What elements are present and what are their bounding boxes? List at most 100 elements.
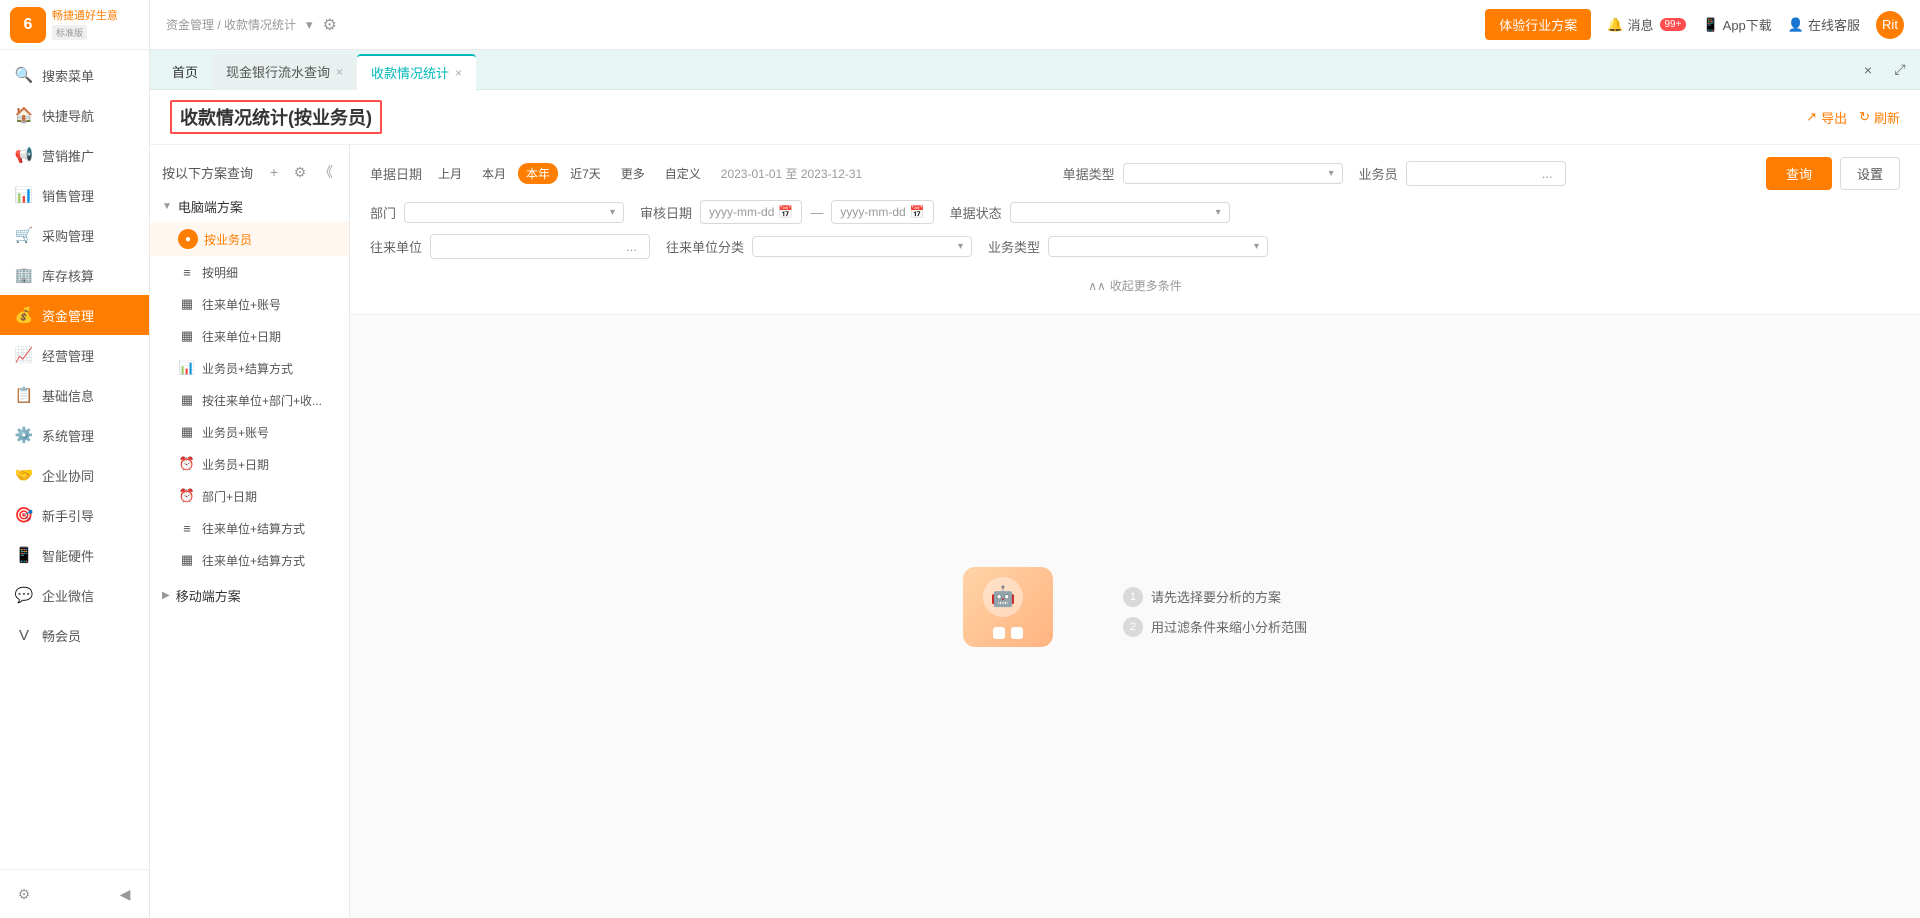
scheme-item-by-salesperson[interactable]: ●按业务员 bbox=[150, 222, 349, 256]
scheme-item-partner-account[interactable]: ▦往来单位+账号 bbox=[150, 288, 349, 320]
scheme-item-icon-by-detail: ≡ bbox=[178, 263, 196, 281]
sidebar-item-guide[interactable]: 🎯新手引导 bbox=[0, 495, 149, 535]
partner-more-icon[interactable]: ... bbox=[626, 239, 637, 254]
scheme-item-icon-partner-settlement1: ≡ bbox=[178, 519, 196, 537]
scheme-item-dept-date[interactable]: ⏰部门+日期 bbox=[150, 480, 349, 512]
scheme-item-icon-salesperson-date: ⏰ bbox=[178, 455, 196, 473]
sidebar-item-hardware[interactable]: 📱智能硬件 bbox=[0, 535, 149, 575]
record-type-select[interactable]: ▾ bbox=[1123, 163, 1343, 184]
scheme-item-by-detail[interactable]: ≡按明细 bbox=[150, 256, 349, 288]
tab-collection-stats[interactable]: 收款情况统计 × bbox=[357, 54, 476, 90]
scheme-item-partner-settlement2[interactable]: ▦往来单位+结算方式 bbox=[150, 544, 349, 576]
collapse-filter-btn[interactable]: ∧∧ 收起更多条件 bbox=[370, 269, 1900, 302]
nav-icon-system: ⚙️ bbox=[14, 425, 34, 445]
sidebar-item-purchase[interactable]: 🛒采购管理 bbox=[0, 215, 149, 255]
sidebar-item-marketing[interactable]: 📢营销推广 bbox=[0, 135, 149, 175]
scheme-item-icon-partner-date: ▦ bbox=[178, 327, 196, 345]
breadcrumb-dropdown-icon[interactable]: ▾ bbox=[306, 17, 313, 33]
maximize-tab-btn[interactable]: ⤢ bbox=[1888, 58, 1912, 82]
settings-gear-icon[interactable]: ⚙ bbox=[323, 15, 337, 35]
tab-home[interactable]: 首页 bbox=[158, 54, 212, 90]
partner-type-dropdown-icon: ▾ bbox=[958, 241, 963, 252]
desktop-scheme-title[interactable]: ▼ 电脑端方案 bbox=[150, 191, 349, 222]
biz-type-select[interactable]: ▾ bbox=[1048, 236, 1268, 257]
nav-icon-member: V bbox=[14, 625, 34, 645]
messages-action[interactable]: 🔔 消息 99+ bbox=[1607, 15, 1686, 34]
refresh-button[interactable]: ↻ 刷新 bbox=[1859, 108, 1900, 127]
sidebar-item-wechat[interactable]: 💬企业微信 bbox=[0, 575, 149, 615]
nav-icon-marketing: 📢 bbox=[14, 145, 34, 165]
scheme-item-label: 业务员+账号 bbox=[202, 424, 269, 441]
mobile-scheme-title[interactable]: ▶ 移动端方案 bbox=[150, 580, 349, 611]
salesperson-filter: 业务员 ... bbox=[1359, 161, 1566, 186]
sidebar-item-basic[interactable]: 📋基础信息 bbox=[0, 375, 149, 415]
scheme-item-salesperson-date[interactable]: ⏰业务员+日期 bbox=[150, 448, 349, 480]
review-date-filter: 审核日期 yyyy-mm-dd 📅 — yyyy-mm-dd 📅 bbox=[640, 200, 934, 224]
scheme-item-label: 往来单位+日期 bbox=[202, 328, 281, 345]
sidebar-item-enterprise[interactable]: 🤝企业协同 bbox=[0, 455, 149, 495]
sidebar-item-finance[interactable]: 💰资金管理 bbox=[0, 295, 149, 335]
date-tabs: 上月 本月 本年 近7天 更多 自定义 bbox=[430, 163, 709, 184]
sidebar-item-member[interactable]: V 畅会员 bbox=[0, 615, 149, 655]
app-download-label: App下载 bbox=[1723, 15, 1772, 34]
tab-bank-flow[interactable]: 现金银行流水查询 × bbox=[212, 54, 357, 90]
settings-button[interactable]: 设置 bbox=[1840, 157, 1900, 190]
date-tab-more[interactable]: 更多 bbox=[613, 163, 653, 184]
date-tab-custom[interactable]: 自定义 bbox=[657, 163, 709, 184]
user-avatar[interactable]: Rit bbox=[1876, 11, 1904, 39]
tab-bank-flow-close[interactable]: × bbox=[336, 65, 343, 79]
partner-select[interactable]: ... bbox=[430, 234, 650, 259]
sidebar-item-system[interactable]: ⚙️系统管理 bbox=[0, 415, 149, 455]
export-button[interactable]: ↗ 导出 bbox=[1806, 108, 1847, 127]
query-button[interactable]: 查询 bbox=[1766, 157, 1832, 190]
date-tab-last-month[interactable]: 上月 bbox=[430, 163, 470, 184]
nav-label-member: 畅会员 bbox=[42, 626, 81, 645]
close-tab-btn[interactable]: × bbox=[1856, 58, 1880, 82]
scheme-item-partner-settlement1[interactable]: ≡ 往来单位+结算方式 bbox=[150, 512, 349, 544]
collapse-sidebar-icon[interactable]: ◀ bbox=[111, 880, 139, 908]
date-tab-this-month[interactable]: 本月 bbox=[474, 163, 514, 184]
sidebar-item-sales[interactable]: 📊销售管理 bbox=[0, 175, 149, 215]
sidebar-item-quick-nav[interactable]: 🏠快捷导航 bbox=[0, 95, 149, 135]
trial-button[interactable]: 体验行业方案 bbox=[1485, 9, 1591, 40]
settings-icon[interactable]: ⚙ bbox=[10, 880, 38, 908]
sidebar-item-operation[interactable]: 📈经营管理 bbox=[0, 335, 149, 375]
review-date-label: 审核日期 bbox=[640, 203, 692, 222]
online-service-action[interactable]: 👤 在线客服 bbox=[1788, 15, 1860, 34]
calendar-start-icon[interactable]: 📅 bbox=[778, 205, 793, 219]
nav-label-guide: 新手引导 bbox=[42, 506, 94, 525]
date-tab-this-year[interactable]: 本年 bbox=[518, 163, 558, 184]
scheme-item-by-partner-dept[interactable]: ▦按往来单位+部门+收... bbox=[150, 384, 349, 416]
salesperson-more-icon[interactable]: ... bbox=[1542, 166, 1553, 181]
partner-type-select[interactable]: ▾ bbox=[752, 236, 972, 257]
collapse-panel-btn[interactable]: 《 bbox=[315, 161, 337, 183]
scheme-item-partner-date[interactable]: ▦ 往来单位+日期 bbox=[150, 320, 349, 352]
empty-state: 🤖 1 请先选择要分析的方案 2 bbox=[350, 315, 1920, 918]
review-date-start[interactable]: yyyy-mm-dd 📅 bbox=[700, 200, 802, 224]
scheme-item-salesperson-settlement[interactable]: 📊业务员+结算方式 bbox=[150, 352, 349, 384]
date-label: 单据日期 bbox=[370, 164, 422, 183]
mobile-scheme-arrow-icon: ▶ bbox=[162, 590, 170, 601]
sidebar-nav: 🔍搜索菜单🏠快捷导航📢营销推广📊销售管理🛒采购管理🏢库存核算💰资金管理📈经营管理… bbox=[0, 50, 149, 869]
sidebar-item-search[interactable]: 🔍搜索菜单 bbox=[0, 55, 149, 95]
salesperson-select[interactable]: ... bbox=[1406, 161, 1566, 186]
record-type-label: 单据类型 bbox=[1063, 164, 1115, 183]
tab-collection-stats-close[interactable]: × bbox=[455, 66, 462, 80]
app-download-action[interactable]: 📱 App下载 bbox=[1702, 15, 1771, 34]
add-scheme-btn[interactable]: + bbox=[263, 161, 285, 183]
record-status-select[interactable]: ▾ bbox=[1010, 202, 1230, 223]
dept-select[interactable]: ▾ bbox=[404, 202, 624, 223]
date-tab-7days[interactable]: 近7天 bbox=[562, 163, 609, 184]
collapse-label: 收起更多条件 bbox=[1110, 277, 1182, 294]
calendar-end-icon[interactable]: 📅 bbox=[910, 205, 925, 219]
scheme-settings-btn[interactable]: ⚙ bbox=[289, 161, 311, 183]
nav-label-operation: 经营管理 bbox=[42, 346, 94, 365]
nav-label-inventory: 库存核算 bbox=[42, 266, 94, 285]
messages-badge: 99+ bbox=[1660, 18, 1687, 31]
step-1: 1 请先选择要分析的方案 bbox=[1123, 587, 1307, 607]
nav-label-sales: 销售管理 bbox=[42, 186, 94, 205]
sidebar-item-inventory[interactable]: 🏢库存核算 bbox=[0, 255, 149, 295]
scheme-item-salesperson-account[interactable]: ▦业务员+账号 bbox=[150, 416, 349, 448]
scheme-item-label: 往来单位+结算方式 bbox=[202, 520, 305, 537]
review-date-end[interactable]: yyyy-mm-dd 📅 bbox=[831, 200, 933, 224]
